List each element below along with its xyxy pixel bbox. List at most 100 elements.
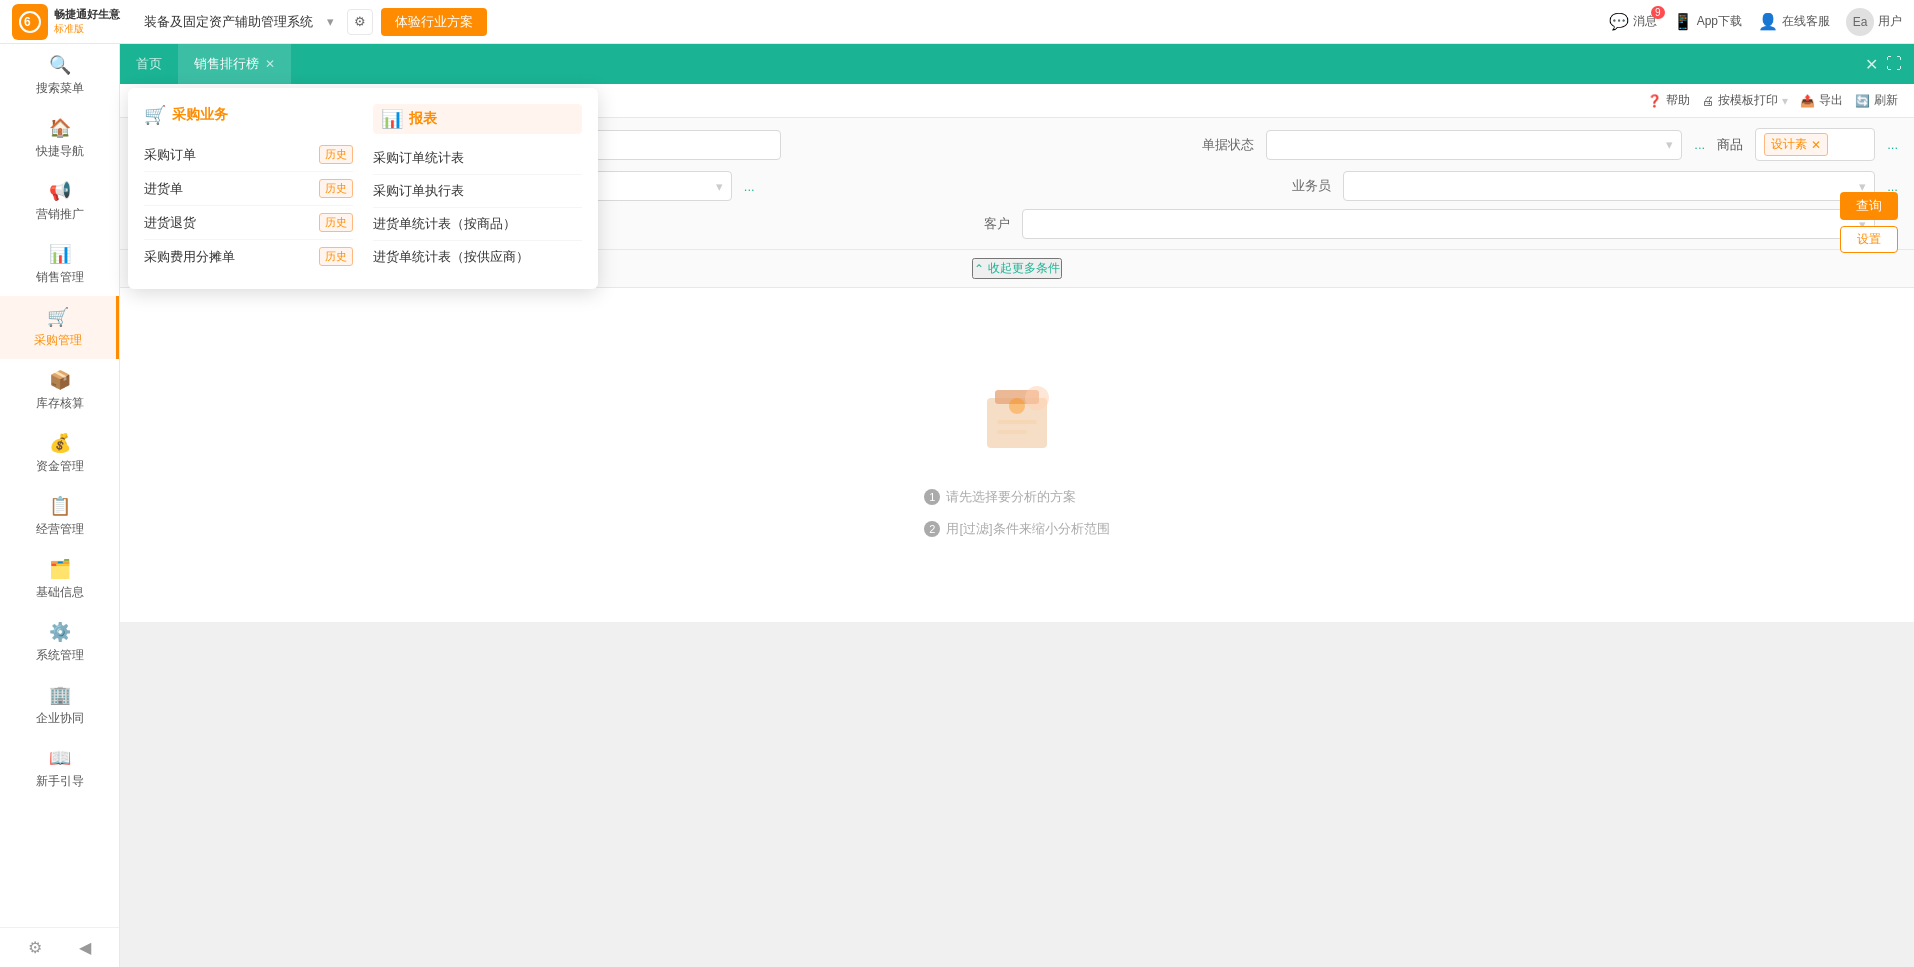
operations-icon: 📋 — [49, 495, 71, 517]
purchase-dropdown-menu: 🛒 采购业务 采购订单 历史 进货单 历史 进货退货 历史 采购费用分摊单 历史 — [128, 88, 598, 289]
history-badge-3: 历史 — [319, 247, 353, 266]
sidebar-item-finance[interactable]: 💰 资金管理 — [0, 422, 119, 485]
system-icon: ⚙️ — [49, 621, 71, 643]
dropdown-item-report-3[interactable]: 进货单统计表（按商品） — [373, 208, 582, 241]
dropdown-item-purchase-receipt[interactable]: 进货单 历史 — [144, 172, 353, 206]
collapse-btn[interactable]: ⌃ 收起更多条件 — [972, 258, 1062, 279]
sidebar-item-enterprise[interactable]: 🏢 企业协同 — [0, 674, 119, 737]
export-icon: 📤 — [1800, 94, 1815, 108]
history-badge-1: 历史 — [319, 179, 353, 198]
report-col: 📊 报表 采购订单统计表 采购订单执行表 进货单统计表（按商品） 进货单统计表（… — [373, 104, 582, 273]
dropdown-item-purchase-order[interactable]: 采购订单 历史 — [144, 138, 353, 172]
svg-point-7 — [1025, 386, 1049, 410]
svg-text:6: 6 — [24, 15, 31, 29]
sidebar-item-basic[interactable]: 🗂️ 基础信息 — [0, 548, 119, 611]
ranking-more-btn[interactable]: ... — [744, 179, 755, 194]
purchase-col-title: 🛒 采购业务 — [144, 104, 353, 126]
purchase-col: 🛒 采购业务 采购订单 历史 进货单 历史 进货退货 历史 采购费用分摊单 历史 — [144, 104, 353, 273]
logo-icon: 6 — [12, 4, 48, 40]
sidebar-item-newbie[interactable]: 📖 新手引导 — [0, 737, 119, 800]
dropdown-item-report-1[interactable]: 采购订单统计表 — [373, 142, 582, 175]
history-badge-0: 历史 — [319, 145, 353, 164]
sidebar-item-quicknav[interactable]: 🏠 快捷导航 — [0, 107, 119, 170]
svg-rect-5 — [997, 420, 1037, 424]
topbar: 6 畅捷通好生意 标准版 装备及固定资产辅助管理系统 ▾ ⚙ 体验行业方案 💬 … — [0, 0, 1914, 44]
voucher-status-select[interactable]: ▾ — [1266, 130, 1682, 160]
inventory-icon: 📦 — [49, 369, 71, 391]
sidebar-item-operations[interactable]: 📋 经营管理 — [0, 485, 119, 548]
tab-fullscreen-btn[interactable]: ⛶ — [1886, 55, 1902, 73]
tab-close-btn[interactable]: ✕ — [265, 57, 275, 71]
customer-select[interactable]: ▾ — [1022, 209, 1876, 239]
sidebar-bottom: ⚙ ◀ — [0, 927, 119, 967]
sidebar-item-sales[interactable]: 📊 销售管理 — [0, 233, 119, 296]
dropdown-item-purchase-expense[interactable]: 采购费用分摊单 历史 — [144, 240, 353, 273]
industry-btn[interactable]: 体验行业方案 — [381, 8, 487, 36]
svg-rect-6 — [997, 430, 1027, 434]
sidebar-item-system[interactable]: ⚙️ 系统管理 — [0, 611, 119, 674]
marketing-icon: 📢 — [49, 180, 71, 202]
topbar-right: 💬 消息 9 📱 App下载 👤 在线客服 Ea 用户 — [1609, 8, 1902, 36]
sidebar: 🔍 搜索菜单 🏠 快捷导航 📢 营销推广 📊 销售管理 🛒 采购管理 📦 库存核… — [0, 44, 120, 967]
user-btn[interactable]: Ea 用户 — [1846, 8, 1902, 36]
system-name: 装备及固定资产辅助管理系统 — [144, 13, 313, 31]
refresh-icon: 🔄 — [1855, 94, 1870, 108]
enterprise-icon: 🏢 — [49, 684, 71, 706]
query-btn-area: 查询 设置 — [1840, 192, 1898, 253]
logo-text: 畅捷通好生意 标准版 — [54, 7, 120, 36]
app-download-btn[interactable]: 📱 App下载 — [1673, 12, 1742, 31]
avatar: Ea — [1846, 8, 1874, 36]
message-btn[interactable]: 💬 消息 9 — [1609, 12, 1657, 31]
dropdown-item-purchase-return[interactable]: 进货退货 历史 — [144, 206, 353, 240]
report-col-title: 📊 报表 — [373, 104, 582, 134]
home-icon: 🏠 — [49, 117, 71, 139]
tab-home[interactable]: 首页 — [120, 44, 178, 84]
collapse-icon: ⌃ — [974, 262, 984, 276]
toolbar-right: ❓ 帮助 🖨 按模板打印 ▾ 📤 导出 🔄 刷新 — [1647, 92, 1898, 109]
goods-tag: 设计素 ✕ — [1764, 133, 1828, 156]
print-dropdown-icon: ▾ — [1782, 94, 1788, 108]
finance-icon: 💰 — [49, 432, 71, 454]
message-badge: 9 — [1651, 6, 1665, 19]
help-icon: ❓ — [1647, 94, 1662, 108]
svg-point-4 — [1009, 398, 1025, 414]
export-btn[interactable]: 📤 导出 — [1800, 92, 1843, 109]
goods-more-btn[interactable]: ... — [1887, 137, 1898, 152]
online-service-btn[interactable]: 👤 在线客服 — [1758, 12, 1830, 31]
empty-illustration — [967, 368, 1067, 468]
sidebar-collapse-btn[interactable]: ◀ — [79, 938, 91, 957]
dropdown-item-report-4[interactable]: 进货单统计表（按供应商） — [373, 241, 582, 273]
refresh-btn[interactable]: 🔄 刷新 — [1855, 92, 1898, 109]
search-icon: 🔍 — [49, 54, 71, 76]
sales-icon: 📊 — [49, 243, 71, 265]
salesman-select[interactable]: ▾ — [1343, 171, 1875, 201]
sidebar-item-search[interactable]: 🔍 搜索菜单 — [0, 44, 119, 107]
goods-tag-close[interactable]: ✕ — [1811, 138, 1821, 152]
system-dropdown-btn[interactable]: ▾ — [321, 13, 339, 31]
sidebar-item-inventory[interactable]: 📦 库存核算 — [0, 359, 119, 422]
history-badge-2: 历史 — [319, 213, 353, 232]
purchase-icon: 🛒 — [47, 306, 69, 328]
basic-icon: 🗂️ — [49, 558, 71, 580]
goods-input[interactable]: 设计素 ✕ — [1755, 128, 1875, 161]
settings-btn[interactable]: 设置 — [1840, 226, 1898, 253]
sidebar-item-purchase[interactable]: 🛒 采购管理 — [0, 296, 119, 359]
help-btn[interactable]: ❓ 帮助 — [1647, 92, 1690, 109]
system-settings-btn[interactable]: ⚙ — [347, 9, 373, 35]
tab-sales-ranking[interactable]: 销售排行榜 ✕ — [178, 44, 291, 84]
dropdown-item-report-2[interactable]: 采购订单执行表 — [373, 175, 582, 208]
tabbar: 首页 销售排行榜 ✕ ✕ ⛶ — [120, 44, 1914, 84]
print-btn[interactable]: 🖨 按模板打印 ▾ — [1702, 92, 1788, 109]
newbie-icon: 📖 — [49, 747, 71, 769]
tab-window-close-btn[interactable]: ✕ — [1865, 55, 1878, 74]
empty-text: 1 请先选择要分析的方案 2 用[过滤]条件来缩小分析范围 — [924, 484, 1109, 542]
voucher-status-more-btn[interactable]: ... — [1694, 137, 1705, 152]
sidebar-item-marketing[interactable]: 📢 营销推广 — [0, 170, 119, 233]
print-icon: 🖨 — [1702, 94, 1714, 108]
logo-area: 6 畅捷通好生意 标准版 — [12, 4, 132, 40]
query-btn[interactable]: 查询 — [1840, 192, 1898, 220]
dropdown-cols: 🛒 采购业务 采购订单 历史 进货单 历史 进货退货 历史 采购费用分摊单 历史 — [144, 104, 582, 273]
topbar-nav: 装备及固定资产辅助管理系统 ▾ ⚙ 体验行业方案 — [132, 8, 1609, 36]
empty-state: 1 请先选择要分析的方案 2 用[过滤]条件来缩小分析范围 — [120, 288, 1914, 622]
sidebar-settings-btn[interactable]: ⚙ — [28, 938, 42, 957]
